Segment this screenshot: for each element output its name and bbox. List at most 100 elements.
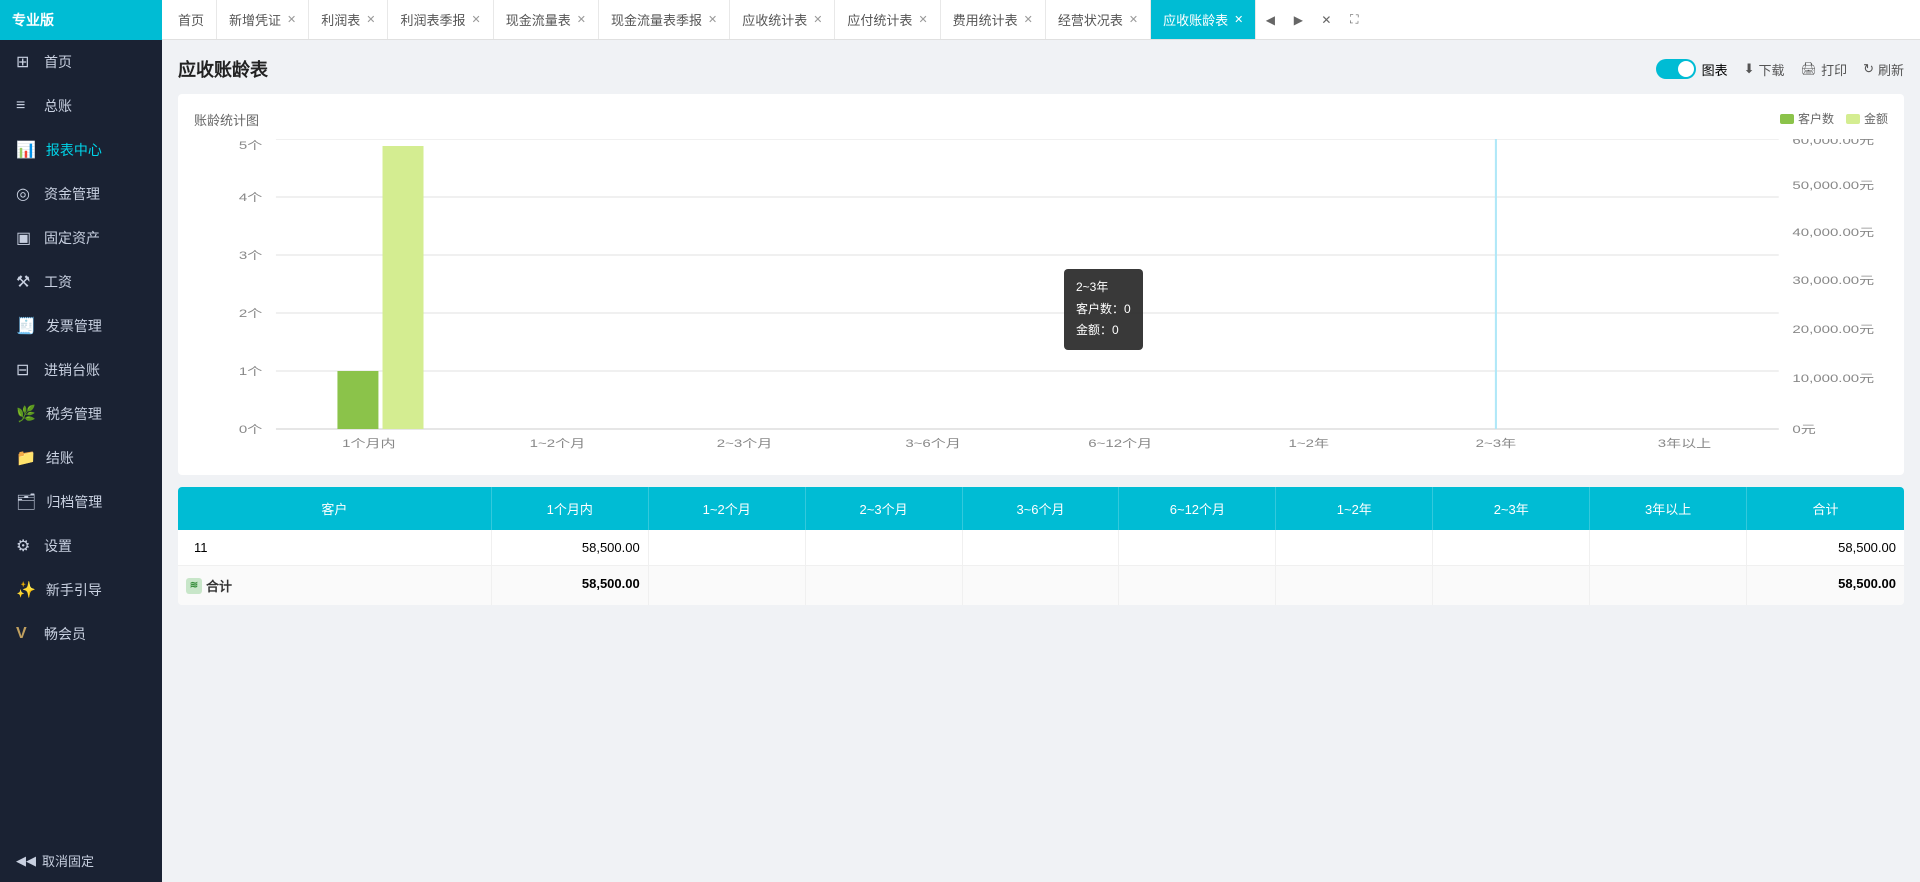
- tab-ar-stats[interactable]: 应收统计表 ✕: [730, 0, 835, 40]
- sidebar-item-reports[interactable]: 📊 报表中心: [0, 128, 162, 172]
- tab-business-status[interactable]: 经营状况表 ✕: [1046, 0, 1151, 40]
- sidebar-item-home[interactable]: ⊞ 首页: [0, 40, 162, 84]
- sidebar-item-tax[interactable]: 🌿 税务管理: [0, 392, 162, 436]
- tab-home[interactable]: 首页: [166, 0, 217, 40]
- chart-toggle[interactable]: 图表: [1656, 59, 1728, 79]
- th-2m: 1~2个月: [649, 487, 806, 530]
- close-tab-ar-stats[interactable]: ✕: [813, 13, 822, 26]
- sidebar-item-funds[interactable]: ◎ 资金管理: [0, 172, 162, 216]
- legend-customers: 客户数: [1780, 110, 1834, 127]
- close-tab-new-voucher[interactable]: ✕: [287, 13, 296, 26]
- tab-ar-aging[interactable]: 应收账龄表 ✕: [1151, 0, 1256, 40]
- data-table: 客户 1个月内 1~2个月 2~3个月 3~6个月 6~12个月 1~2年 2~…: [178, 487, 1904, 605]
- th-over3y: 3年以上: [1590, 487, 1747, 530]
- td-total-2y: [1276, 566, 1433, 605]
- svg-text:60,000.00元: 60,000.00元: [1792, 139, 1874, 147]
- close-tab-ar-aging[interactable]: ✕: [1234, 13, 1243, 26]
- close-tab-expense-stats[interactable]: ✕: [1024, 13, 1033, 26]
- tab-ap-stats[interactable]: 应付统计表 ✕: [835, 0, 940, 40]
- legend-amount-color: [1846, 114, 1860, 124]
- chart-svg: 0个 1个 2个 3个 4个 5个 0元 10,000.00元 20,000.0…: [194, 139, 1888, 459]
- td-3m: [806, 530, 963, 565]
- settings-icon: ⚙: [16, 536, 34, 556]
- tab-profit-quarterly[interactable]: 利润表季报 ✕: [388, 0, 493, 40]
- bar-1m-customers: [337, 371, 378, 429]
- th-12m: 6~12个月: [1119, 487, 1276, 530]
- tab-expense-stats[interactable]: 费用统计表 ✕: [941, 0, 1046, 40]
- sidebar-item-label: 资金管理: [44, 184, 100, 204]
- td-2y: [1276, 530, 1433, 565]
- close-accounts-icon: 📁: [16, 448, 36, 468]
- svg-text:40,000.00元: 40,000.00元: [1792, 226, 1874, 239]
- sidebar-item-guide[interactable]: ✨ 新手引导: [0, 568, 162, 612]
- tab-new-voucher[interactable]: 新增凭证 ✕: [217, 0, 309, 40]
- svg-text:0元: 0元: [1792, 423, 1815, 436]
- svg-text:6~12个月: 6~12个月: [1088, 437, 1152, 450]
- print-button[interactable]: 🖨 打印: [1801, 60, 1848, 79]
- svg-text:1~2个月: 1~2个月: [530, 437, 586, 450]
- close-tab-business-status[interactable]: ✕: [1129, 13, 1138, 26]
- tab-prev-button[interactable]: ◀: [1256, 0, 1284, 40]
- sidebar-item-label: 税务管理: [46, 404, 102, 424]
- svg-text:1个月内: 1个月内: [342, 437, 395, 450]
- th-2y: 1~2年: [1276, 487, 1433, 530]
- table-total-row: ≋ 合计 58,500.00 58,500.00: [178, 566, 1904, 605]
- sidebar-item-payroll[interactable]: ⚒ 工资: [0, 260, 162, 304]
- sidebar-item-inventory[interactable]: ⊟ 进销台账: [0, 348, 162, 392]
- td-6m: [963, 530, 1120, 565]
- refresh-button[interactable]: ↻ 刷新: [1863, 60, 1904, 79]
- unpin-icon: ◀◀: [16, 853, 36, 869]
- print-icon: 🖨: [1801, 61, 1818, 77]
- svg-text:20,000.00元: 20,000.00元: [1792, 323, 1874, 336]
- tab-expand-button[interactable]: ⛶: [1340, 0, 1368, 40]
- inventory-icon: ⊟: [16, 360, 34, 380]
- td-total-3m: [806, 566, 963, 605]
- unpin-button[interactable]: ◀◀ 取消固定: [0, 839, 162, 882]
- td-total-1m: 58,500.00: [492, 566, 649, 605]
- td-total: 58,500.00: [1747, 530, 1904, 565]
- close-tab-profit-quarterly[interactable]: ✕: [472, 13, 481, 26]
- tax-icon: 🌿: [16, 404, 36, 424]
- td-total-6m: [963, 566, 1120, 605]
- close-tab-profit[interactable]: ✕: [366, 13, 375, 26]
- td-1m: 58,500.00: [492, 530, 649, 565]
- payroll-icon: ⚒: [16, 272, 34, 292]
- table-header: 客户 1个月内 1~2个月 2~3个月 3~6个月 6~12个月 1~2年 2~…: [178, 487, 1904, 530]
- sidebar-item-vip[interactable]: V 畅会员: [0, 612, 162, 656]
- svg-text:10,000.00元: 10,000.00元: [1792, 372, 1874, 385]
- sidebar-item-assets[interactable]: ▣ 固定资产: [0, 216, 162, 260]
- td-2m: [649, 530, 806, 565]
- toggle-label: 图表: [1702, 60, 1728, 79]
- sidebar-item-invoices[interactable]: 🧾 发票管理: [0, 304, 162, 348]
- sidebar-item-label: 结账: [46, 448, 74, 468]
- td-total-label: ≋ 合计: [178, 566, 492, 605]
- chart-title: 账龄统计图: [194, 110, 1888, 129]
- bar-1m-amount: [383, 146, 424, 429]
- svg-text:4个: 4个: [239, 191, 262, 204]
- sidebar-item-archive[interactable]: 🗂 归档管理: [0, 480, 162, 524]
- tab-profit[interactable]: 利润表 ✕: [309, 0, 388, 40]
- home-icon: ⊞: [16, 52, 34, 72]
- chart-container: 账龄统计图 客户数 金额: [178, 94, 1904, 475]
- tab-cashflow-quarterly[interactable]: 现金流量表季报 ✕: [599, 0, 730, 40]
- svg-text:3年以上: 3年以上: [1658, 437, 1711, 450]
- close-tab-ap-stats[interactable]: ✕: [918, 13, 927, 26]
- tab-cashflow[interactable]: 现金流量表 ✕: [494, 0, 599, 40]
- close-tab-cashflow-quarterly[interactable]: ✕: [708, 13, 717, 26]
- main-content: 首页 新增凭证 ✕ 利润表 ✕ 利润表季报 ✕ 现金流量表 ✕ 现金流量表季报 …: [162, 0, 1920, 882]
- download-button[interactable]: ⬇ 下载: [1744, 60, 1785, 79]
- total-icon: ≋: [186, 578, 202, 594]
- tab-close-all-button[interactable]: ✕: [1312, 0, 1340, 40]
- toggle-knob[interactable]: [1656, 59, 1696, 79]
- svg-text:30,000.00元: 30,000.00元: [1792, 274, 1874, 287]
- sidebar-item-settings[interactable]: ⚙ 设置: [0, 524, 162, 568]
- td-total-sum: 58,500.00: [1747, 566, 1904, 605]
- tabs-bar: 首页 新增凭证 ✕ 利润表 ✕ 利润表季报 ✕ 现金流量表 ✕ 现金流量表季报 …: [162, 0, 1920, 40]
- guide-icon: ✨: [16, 580, 36, 600]
- td-customer: 11: [178, 530, 492, 565]
- close-tab-cashflow[interactable]: ✕: [577, 13, 586, 26]
- sidebar-item-ledger[interactable]: ≡ 总账: [0, 84, 162, 128]
- sidebar-item-close[interactable]: 📁 结账: [0, 436, 162, 480]
- chart-area: 0个 1个 2个 3个 4个 5个 0元 10,000.00元 20,000.0…: [194, 139, 1888, 459]
- tab-next-button[interactable]: ▶: [1284, 0, 1312, 40]
